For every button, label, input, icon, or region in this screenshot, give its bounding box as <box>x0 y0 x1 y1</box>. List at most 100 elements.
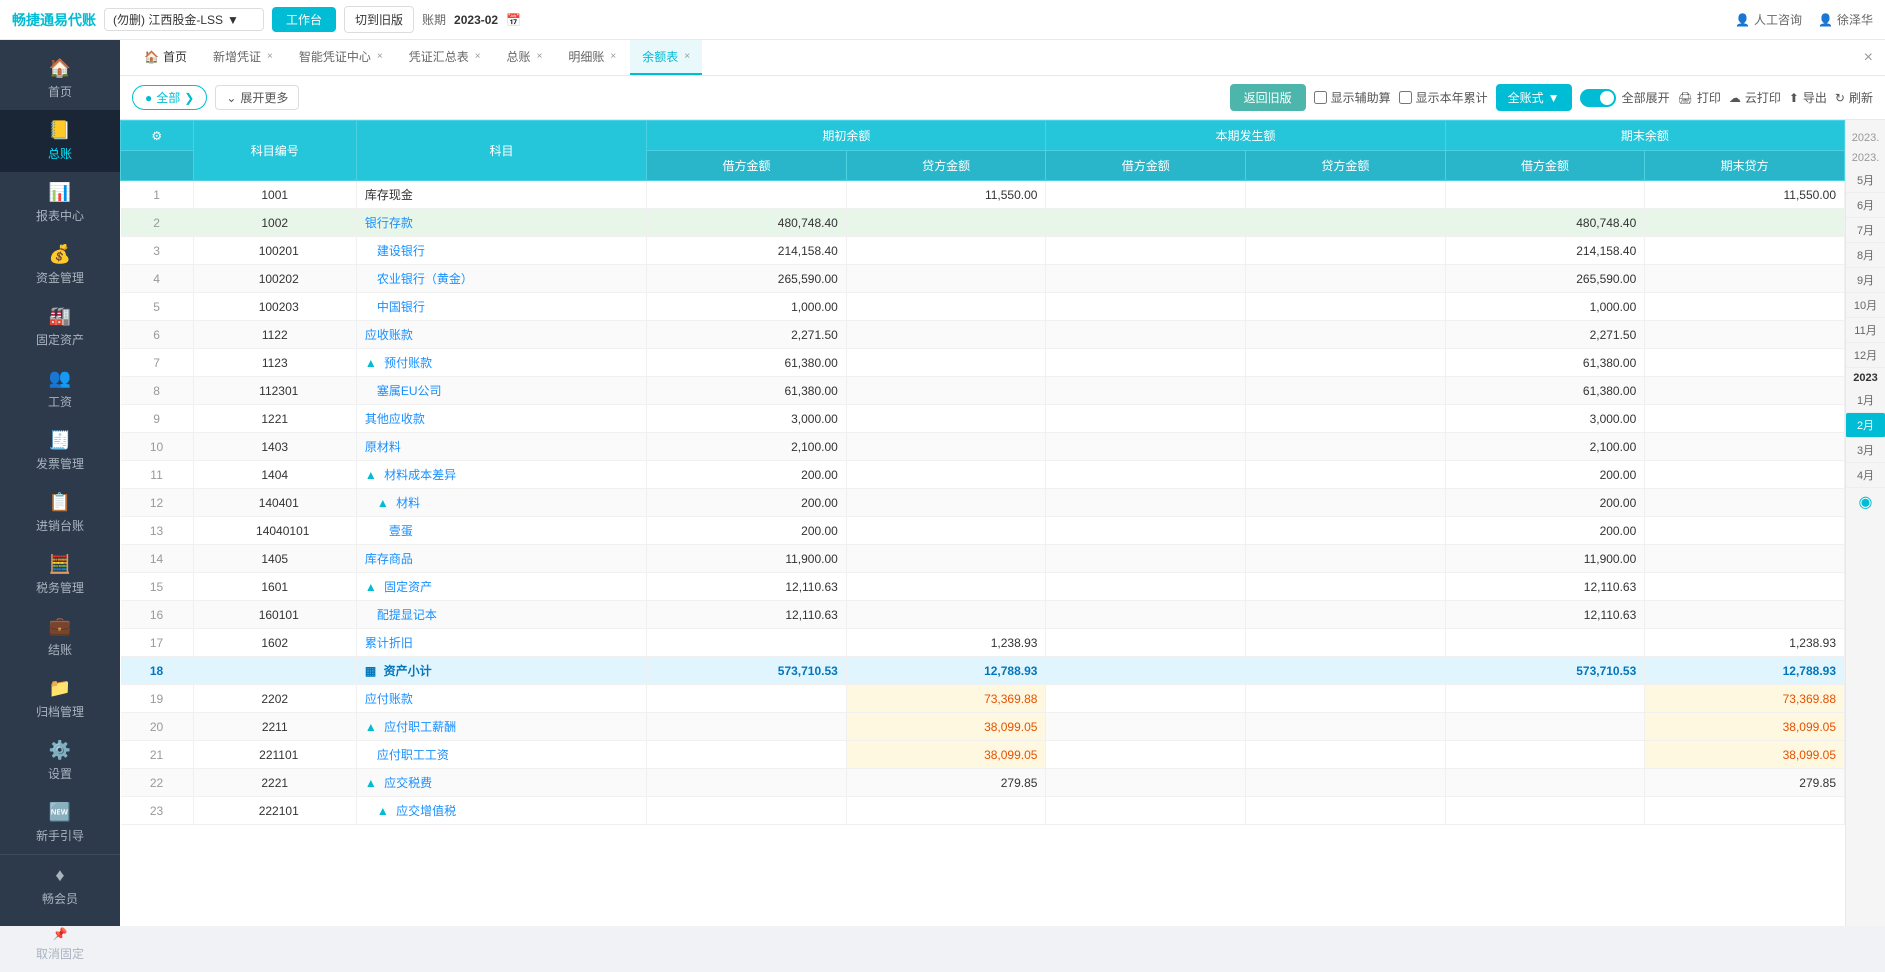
cur-credit <box>1246 209 1446 237</box>
sidebar-label-asset: 固定资产 <box>36 331 84 348</box>
month-4[interactable]: 4月 <box>1846 463 1885 488</box>
sidebar-item-home[interactable]: 🏠 首页 <box>0 48 120 110</box>
month-12[interactable]: 12月 <box>1846 343 1885 368</box>
tab-general-ledger[interactable]: 总账 × <box>495 40 555 75</box>
tab-close-all[interactable]: × <box>1864 49 1873 67</box>
ob-credit: 38,099.05 <box>846 741 1046 769</box>
tab-balance-sheet[interactable]: 余额表 × <box>630 40 702 75</box>
month-11[interactable]: 11月 <box>1846 318 1885 343</box>
month-7[interactable]: 7月 <box>1846 218 1885 243</box>
row-name[interactable]: 建设银行 <box>356 237 646 265</box>
sidebar-item-asset[interactable]: 🏭 固定资产 <box>0 296 120 358</box>
tab-smart-voucher-close[interactable]: × <box>377 51 383 62</box>
eb-credit <box>1645 405 1845 433</box>
row-name[interactable]: 配提显记本 <box>356 601 646 629</box>
company-selector[interactable]: (勿删) 江西股金-LSS ▼ <box>104 8 264 31</box>
ledger-icon: 📒 <box>49 120 71 141</box>
row-name[interactable]: 应收账款 <box>356 321 646 349</box>
month-2[interactable]: 2月 <box>1846 413 1885 438</box>
ob-debit: 214,158.40 <box>647 237 847 265</box>
eb-credit <box>1645 573 1845 601</box>
month-8[interactable]: 8月 <box>1846 243 1885 268</box>
panel-toggle[interactable]: ◉ <box>1846 492 1885 512</box>
show-year-accum-checkbox[interactable] <box>1399 91 1412 104</box>
row-name[interactable]: ▲ 预付账款 <box>356 349 646 377</box>
calendar-icon[interactable]: 📅 <box>506 13 521 27</box>
month-5[interactable]: 5月 <box>1846 168 1885 193</box>
sidebar-item-member[interactable]: ♦ 畅会员 <box>0 855 120 917</box>
row-name[interactable]: 银行存款 <box>356 209 646 237</box>
row-name[interactable]: 库存商品 <box>356 545 646 573</box>
home-tab-icon: 🏠 <box>144 50 159 64</box>
month-10[interactable]: 10月 <box>1846 293 1885 318</box>
eb-credit: 11,550.00 <box>1645 181 1845 209</box>
workbench-button[interactable]: 工作台 <box>272 7 336 32</box>
row-name[interactable]: ▲ 固定资产 <box>356 573 646 601</box>
sidebar-item-fixedbottom[interactable]: 📌 取消固定 <box>0 917 120 972</box>
consult-item[interactable]: 👤 人工咨询 <box>1735 11 1802 28</box>
row-name[interactable]: 农业银行（黄金） <box>356 265 646 293</box>
tab-detail-ledger-close[interactable]: × <box>610 51 616 62</box>
sidebar-item-tax[interactable]: 🧮 税务管理 <box>0 544 120 606</box>
month-3[interactable]: 3月 <box>1846 438 1885 463</box>
return-old-button[interactable]: 返回旧版 <box>1230 84 1306 111</box>
sidebar-item-settle[interactable]: 💼 结账 <box>0 606 120 668</box>
sidebar-item-salary[interactable]: 👥 工资 <box>0 358 120 420</box>
sidebar-item-report[interactable]: 📊 报表中心 <box>0 172 120 234</box>
full-mode-button[interactable]: 全账式 ▼ <box>1496 84 1572 111</box>
row-name[interactable]: 应付账款 <box>356 685 646 713</box>
cur-debit <box>1046 629 1246 657</box>
table-row: 1314040101壹蛋200.00200.00 <box>121 517 1845 545</box>
row-name[interactable]: ▲ 应交税费 <box>356 769 646 797</box>
tab-voucher-summary-close[interactable]: × <box>475 51 481 62</box>
show-auxiliary-checkbox[interactable] <box>1314 91 1327 104</box>
tab-smart-voucher[interactable]: 智能凭证中心 × <box>287 40 395 75</box>
row-num: 13 <box>121 517 194 545</box>
tab-voucher-summary[interactable]: 凭证汇总表 × <box>397 40 493 75</box>
tab-new-voucher[interactable]: 新增凭证 × <box>201 40 285 75</box>
sidebar-label-guide: 新手引导 <box>36 827 84 844</box>
tab-balance-sheet-close[interactable]: × <box>684 51 690 62</box>
row-name[interactable]: ▲ 材料成本差异 <box>356 461 646 489</box>
row-name[interactable]: 应付职工工资 <box>356 741 646 769</box>
tab-new-voucher-close[interactable]: × <box>267 51 273 62</box>
sidebar-item-archive[interactable]: 📁 归档管理 <box>0 668 120 730</box>
sidebar-item-ledger[interactable]: 📒 总账 <box>0 110 120 172</box>
tab-home[interactable]: 🏠 首页 <box>132 40 199 75</box>
sidebar-item-guide[interactable]: 🆕 新手引导 <box>0 792 120 854</box>
refresh-action[interactable]: ↻ 刷新 <box>1835 89 1873 106</box>
row-name[interactable]: 累计折旧 <box>356 629 646 657</box>
tab-detail-ledger[interactable]: 明细账 × <box>556 40 628 75</box>
row-name[interactable]: 其他应收款 <box>356 405 646 433</box>
filter-all-button[interactable]: ● 全部 ❯ <box>132 85 207 110</box>
row-name[interactable]: 塞属EU公司 <box>356 377 646 405</box>
row-code: 1001 <box>193 181 356 209</box>
expand-more-button[interactable]: ⌄ 展开更多 <box>215 85 299 110</box>
row-name[interactable]: ▲ 应付职工薪酬 <box>356 713 646 741</box>
sidebar-item-invoice[interactable]: 🧾 发票管理 <box>0 420 120 482</box>
eb-debit: 61,380.00 <box>1445 377 1645 405</box>
print-action[interactable]: 🖨 打印 <box>1678 89 1721 106</box>
row-name[interactable]: 壹蛋 <box>356 517 646 545</box>
switch-version-button[interactable]: 切到旧版 <box>344 6 414 33</box>
sidebar-item-settings[interactable]: ⚙️ 设置 <box>0 730 120 792</box>
month-1[interactable]: 1月 <box>1846 388 1885 413</box>
month-9[interactable]: 9月 <box>1846 268 1885 293</box>
row-name[interactable]: 原材料 <box>356 433 646 461</box>
row-name[interactable]: ▲ 材料 <box>356 489 646 517</box>
settings-header[interactable]: ⚙ <box>121 121 194 151</box>
user-item[interactable]: 👤 徐泽华 <box>1818 11 1873 28</box>
sidebar-item-purchase[interactable]: 📋 进销台账 <box>0 482 120 544</box>
sidebar-item-fund[interactable]: 💰 资金管理 <box>0 234 120 296</box>
cloud-print-action[interactable]: ☁ 云打印 <box>1729 89 1781 106</box>
row-name: ▦ 资产小计 <box>356 657 646 685</box>
ob-credit <box>846 573 1046 601</box>
month-6[interactable]: 6月 <box>1846 193 1885 218</box>
tab-general-ledger-close[interactable]: × <box>537 51 543 62</box>
row-name[interactable]: 中国银行 <box>356 293 646 321</box>
export-action[interactable]: ⬆ 导出 <box>1789 89 1827 106</box>
row-name[interactable]: ▲ 应交增值税 <box>356 797 646 825</box>
refresh-icon: ↻ <box>1835 91 1845 105</box>
expand-all-toggle[interactable] <box>1580 89 1616 107</box>
main-layout: 🏠 首页 📒 总账 📊 报表中心 💰 资金管理 🏭 固定资产 👥 工资 <box>0 40 1885 926</box>
